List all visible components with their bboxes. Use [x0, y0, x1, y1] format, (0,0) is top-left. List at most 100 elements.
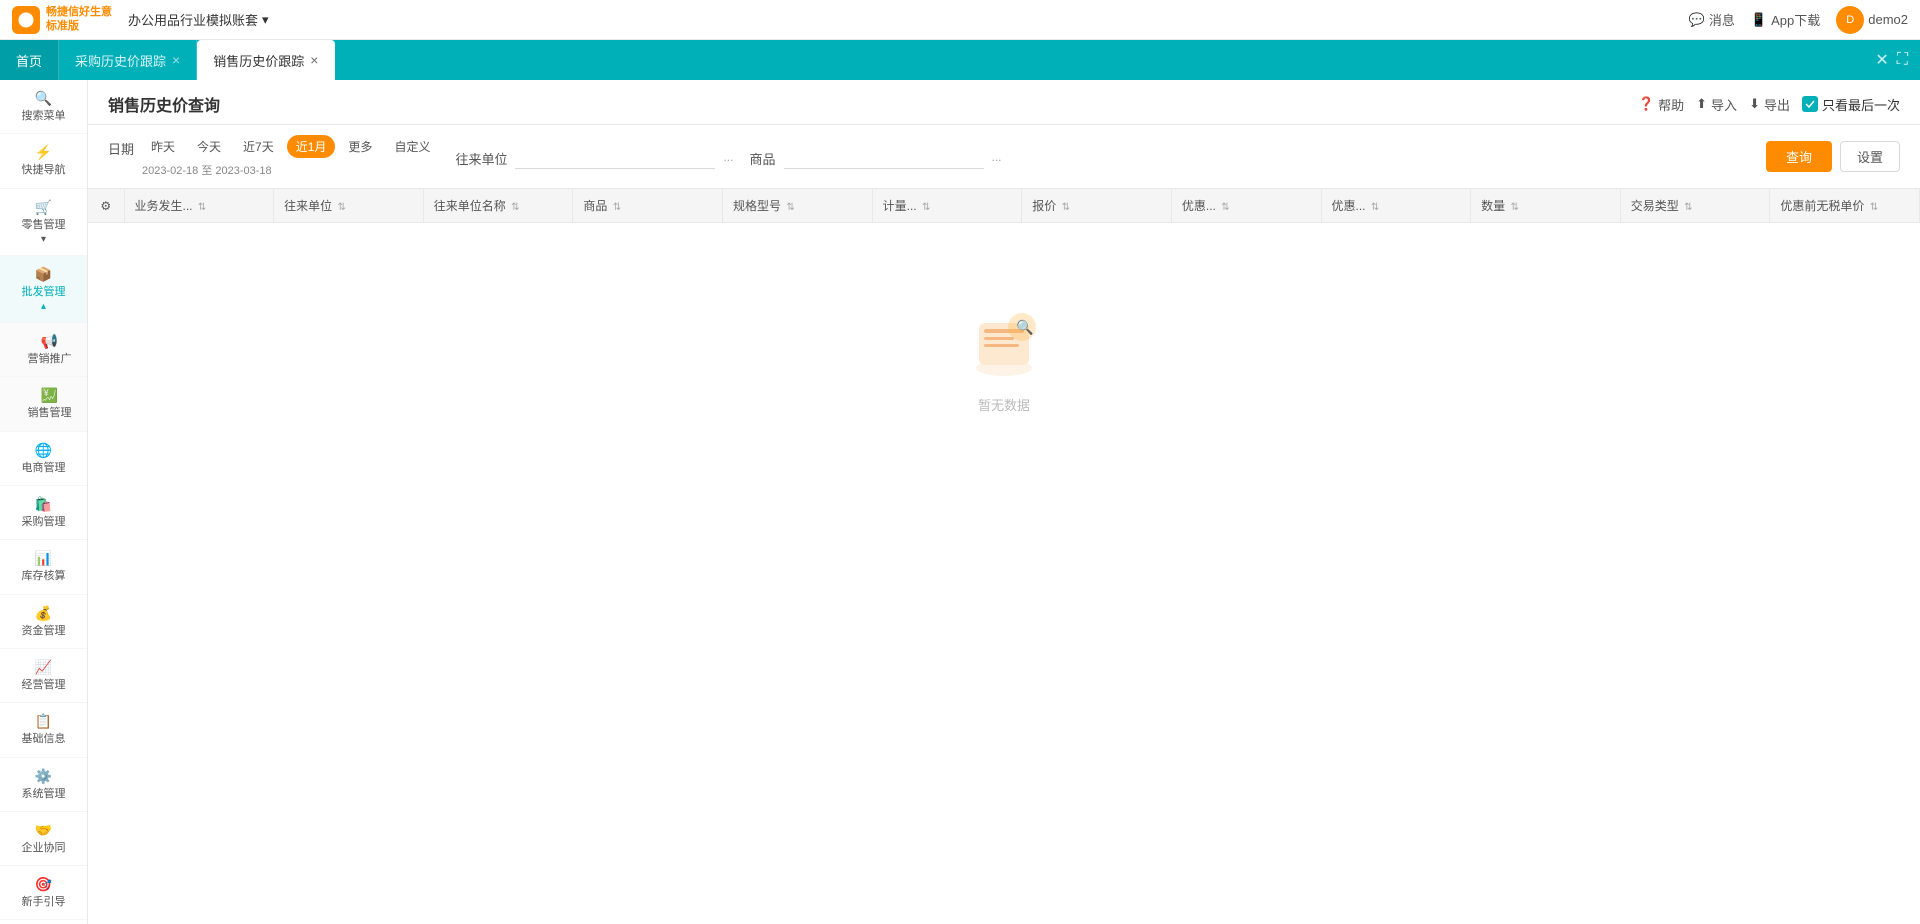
sidebar-item-system[interactable]: ⚙️ 系统管理	[0, 758, 87, 812]
date-btn-today[interactable]: 今天	[188, 135, 230, 158]
only-last-checkbox[interactable]	[1802, 96, 1818, 112]
sort-icon: ⇅	[1221, 202, 1229, 213]
finance-icon: 💰	[35, 605, 52, 622]
sidebar-item-operations[interactable]: 📈 经营管理	[0, 649, 87, 703]
import-button[interactable]: ⬆ 导入	[1696, 95, 1737, 114]
table-col-quantity[interactable]: 数量 ⇅	[1471, 189, 1621, 223]
sidebar-item-shortcut[interactable]: ⚡ 快捷导航	[0, 134, 87, 188]
date-btn-yesterday[interactable]: 昨天	[142, 135, 184, 158]
table-col-settings[interactable]: ⚙	[88, 189, 124, 223]
date-btn-7days[interactable]: 近7天	[234, 135, 283, 158]
sidebar-item-ecommerce[interactable]: 🌐 电商管理	[0, 432, 87, 486]
empty-text: 暂无数据	[978, 395, 1030, 414]
table-col-partner-name[interactable]: 往来单位名称 ⇅	[423, 189, 573, 223]
table-col-unit[interactable]: 计量... ⇅	[872, 189, 1022, 223]
chevron-up-icon: ▴	[41, 301, 46, 312]
sidebar-item-purchase[interactable]: 🛍️ 采购管理	[0, 486, 87, 540]
logo-text: 畅捷信好生意 标准版	[46, 6, 112, 32]
sidebar-item-guide[interactable]: 🎯 新手引导	[0, 866, 87, 920]
setting-button[interactable]: 设置	[1840, 141, 1900, 172]
sort-icon: ⇅	[511, 202, 519, 213]
empty-illustration: 🔍	[964, 303, 1044, 383]
sidebar-item-search[interactable]: 🔍 搜索菜单	[0, 80, 87, 134]
sidebar-item-marketing[interactable]: 📢 营销推广	[0, 323, 87, 377]
collab-icon: 🤝	[35, 822, 52, 839]
export-icon: ⬇	[1749, 96, 1760, 112]
table-col-discount2[interactable]: 优惠... ⇅	[1321, 189, 1471, 223]
avatar: D	[1836, 6, 1864, 34]
filter-bar: 日期 昨天 今天 近7天 近1月 更多 自定义 2023-02-18 至 202…	[88, 125, 1920, 189]
product-input[interactable]	[784, 145, 984, 169]
partner-input-group: ...	[515, 145, 733, 169]
table-header-row: ⚙ 业务发生... ⇅ 往来单位 ⇅ 往来单位名称 ⇅	[88, 189, 1920, 223]
help-icon: ❓	[1638, 96, 1654, 112]
page-title: 销售历史价查询	[108, 92, 220, 116]
purchase-icon: 🛍️	[35, 496, 52, 513]
sidebar-item-sales-mgmt[interactable]: 💹 销售管理	[0, 377, 87, 431]
date-btn-row: 昨天 今天 近7天 近1月 更多 自定义	[142, 135, 439, 158]
chevron-down-icon: ▾	[41, 234, 46, 245]
table-col-spec[interactable]: 规格型号 ⇅	[723, 189, 873, 223]
export-button[interactable]: ⬇ 导出	[1749, 95, 1790, 114]
sidebar-item-finance[interactable]: 💰 资金管理	[0, 595, 87, 649]
close-all-tabs-button[interactable]: ✕	[1875, 50, 1888, 70]
top-bar-right: 💬 消息 📱 App下载 D demo2	[1689, 6, 1908, 34]
table-col-trade-type[interactable]: 交易类型 ⇅	[1620, 189, 1770, 223]
shortcut-icon: ⚡	[35, 144, 52, 161]
table-col-product[interactable]: 商品 ⇅	[573, 189, 723, 223]
user-menu[interactable]: D demo2	[1836, 6, 1908, 34]
partner-input[interactable]	[515, 145, 715, 169]
partner-filter-group: 往来单位 ...	[455, 145, 733, 169]
date-filter-group: 日期 昨天 今天 近7天 近1月 更多 自定义 2023-02-18 至 202…	[108, 135, 439, 178]
inventory-icon: 📊	[35, 550, 52, 567]
product-dots-button[interactable]: ...	[992, 150, 1002, 164]
empty-state: 🔍 暂无数据	[88, 223, 1920, 494]
ecommerce-icon: 🌐	[35, 442, 52, 459]
partner-dots-button[interactable]: ...	[723, 150, 733, 164]
sort-icon: ⇅	[1371, 202, 1379, 213]
table-col-partner-code[interactable]: 往来单位 ⇅	[274, 189, 424, 223]
basic-info-icon: 📋	[35, 713, 52, 730]
table-container: ⚙ 业务发生... ⇅ 往来单位 ⇅ 往来单位名称 ⇅	[88, 189, 1920, 924]
date-btn-more[interactable]: 更多	[339, 135, 381, 158]
top-bar: 畅捷信好生意 标准版 办公用品行业模拟账套 ▾ 💬 消息 📱 App下载 D d…	[0, 0, 1920, 40]
only-last-checkbox-label[interactable]: 只看最后一次	[1802, 95, 1900, 114]
query-button[interactable]: 查询	[1766, 141, 1832, 172]
sidebar-item-wholesale[interactable]: 📦 批发管理 ▴	[0, 256, 87, 323]
close-sales-tab-button[interactable]: ×	[310, 53, 318, 67]
date-filter-label: 日期	[108, 135, 134, 158]
top-bar-left: 畅捷信好生意 标准版 办公用品行业模拟账套 ▾	[12, 6, 277, 34]
tab-sales-history[interactable]: 销售历史价跟踪 ×	[197, 40, 335, 80]
sidebar-item-basic-info[interactable]: 📋 基础信息	[0, 703, 87, 757]
retail-icon: 🛒	[35, 199, 52, 216]
date-btn-custom[interactable]: 自定义	[385, 135, 439, 158]
tab-purchase-history[interactable]: 采购历史价跟踪 ×	[59, 40, 197, 80]
app-selector[interactable]: 办公用品行业模拟账套 ▾	[120, 6, 277, 33]
date-options: 昨天 今天 近7天 近1月 更多 自定义 2023-02-18 至 2023-0…	[142, 135, 439, 178]
message-button[interactable]: 💬 消息	[1689, 10, 1735, 29]
sidebar-item-app-center[interactable]: 📱 应用中心	[0, 920, 87, 924]
help-button[interactable]: ❓ 帮助	[1638, 95, 1684, 114]
table-col-discount1[interactable]: 优惠... ⇅	[1171, 189, 1321, 223]
table-col-pre-tax-price[interactable]: 优惠前无税单价 ⇅	[1770, 189, 1920, 223]
logo-area: 畅捷信好生意 标准版	[12, 6, 112, 34]
sidebar-item-retail[interactable]: 🛒 零售管理 ▾	[0, 189, 87, 256]
sort-icon: ⇅	[198, 202, 206, 213]
sort-icon: ⇅	[1062, 202, 1070, 213]
maximize-button[interactable]: ⛶	[1897, 51, 1908, 69]
table-col-biz-date[interactable]: 业务发生... ⇅	[124, 189, 274, 223]
main-layout: 🔍 搜索菜单 ⚡ 快捷导航 🛒 零售管理 ▾ 📦 批发管理 ▴ 📢 营销推广 💹…	[0, 80, 1920, 924]
table-col-quoted-price[interactable]: 报价 ⇅	[1022, 189, 1172, 223]
sort-icon: ⇅	[613, 202, 621, 213]
app-download-button[interactable]: 📱 App下载	[1751, 10, 1820, 29]
sort-icon: ⇅	[786, 202, 794, 213]
close-purchase-tab-button[interactable]: ×	[172, 53, 180, 67]
page-header-actions: ❓ 帮助 ⬆ 导入 ⬇ 导出 只看最后一次	[1638, 95, 1900, 114]
operations-icon: 📈	[35, 659, 52, 676]
chat-icon: 💬	[1689, 12, 1705, 28]
sort-icon: ⇅	[337, 202, 345, 213]
tab-home[interactable]: 首页	[0, 40, 59, 80]
sidebar-item-enterprise-collab[interactable]: 🤝 企业协同	[0, 812, 87, 866]
date-btn-1month[interactable]: 近1月	[287, 135, 336, 158]
sidebar-item-inventory[interactable]: 📊 库存核算	[0, 540, 87, 594]
